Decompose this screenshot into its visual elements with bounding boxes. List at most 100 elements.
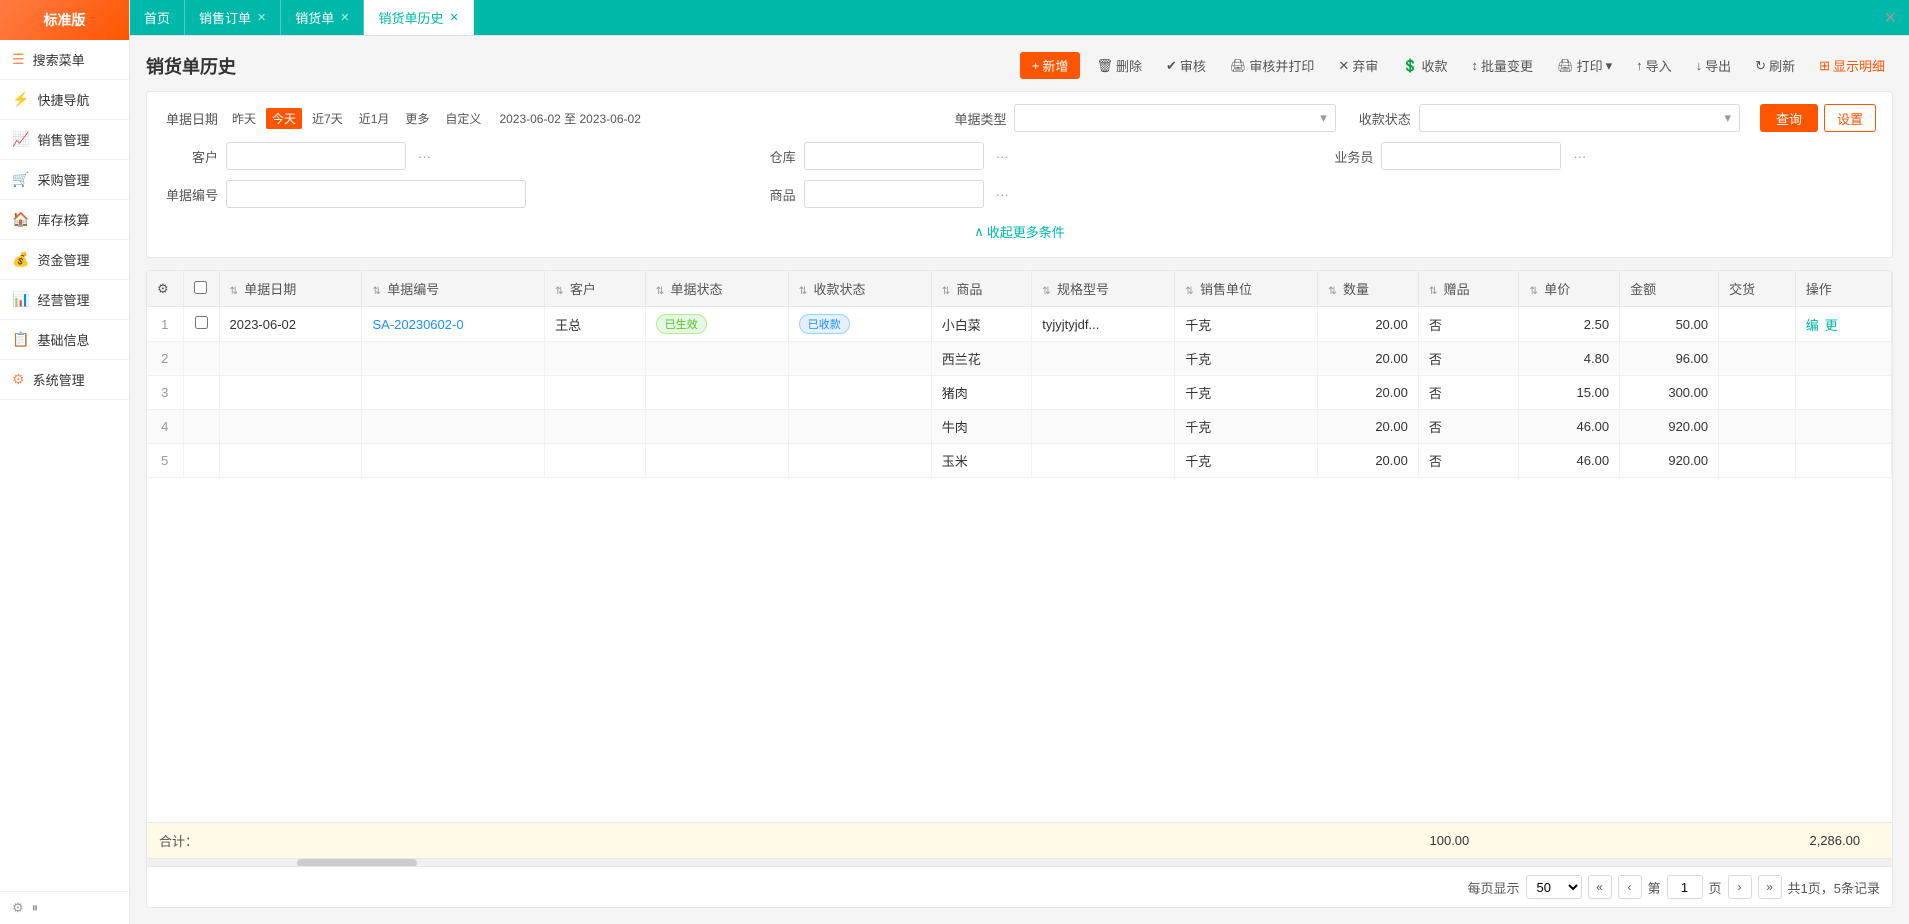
delete-button[interactable]: 🗑 删除 [1088,52,1150,79]
audit-button[interactable]: ✔ 审核 [1158,52,1214,79]
tab-sales-order-close[interactable]: ✕ [257,11,266,24]
filter-settings-button[interactable]: 设置 [1824,104,1876,132]
collapse-button[interactable]: ∧ 收起更多条件 [163,218,1876,245]
col-payment-status[interactable]: ⇅ 收款状态 [788,271,931,307]
doc-status-badge: 已生效 [656,314,707,334]
batch-change-label: 批量变更 [1481,56,1533,75]
filter-doc-type: 单据类型 ▾ [951,104,1335,132]
cell-checkbox [183,444,219,478]
date-tab-custom[interactable]: 自定义 [439,108,487,129]
last-page-button[interactable]: » [1758,875,1782,899]
customer-dots[interactable]: ··· [414,149,435,164]
batch-change-button[interactable]: ↕ 批量变更 [1464,52,1542,79]
date-tab-today[interactable]: 今天 [266,108,302,129]
filter-doc-no-input[interactable] [226,180,526,208]
table-row: 3猪肉千克20.00否15.00300.00 [147,376,1892,410]
page-size-label: 每页显示 [1467,878,1519,897]
col-doc-no[interactable]: ⇅ 单据编号 [362,271,545,307]
export-button[interactable]: ↓ 导出 [1688,52,1740,79]
more-link[interactable]: 更 [1825,318,1838,333]
sidebar-item-system-mgmt[interactable]: ⚙ 系统管理 [0,360,129,400]
sidebar-item-finance[interactable]: 💰 资金管理 [0,240,129,280]
select-all-checkbox[interactable] [194,281,207,294]
page-suffix: 页 [1709,878,1722,897]
filter-row-1: 单据日期 昨天 今天 近7天 近1月 更多 自定义 2023-06-02 至 2… [163,104,1876,132]
filter-payment-status-select[interactable]: ▾ [1419,104,1740,132]
first-page-button[interactable]: « [1588,875,1612,899]
print-button[interactable]: 🖨 打印 ▾ [1549,52,1620,79]
tab-sales-history[interactable]: 销货单历史 ✕ [364,0,473,35]
prev-page-button[interactable]: ‹ [1618,875,1642,899]
filter-salesperson-label: 业务员 [1318,147,1373,166]
col-qty[interactable]: ⇅ 数量 [1318,271,1419,307]
page-size-select[interactable]: 50 100 200 [1526,875,1582,899]
col-doc-date[interactable]: ⇅ 单据日期 [219,271,362,307]
window-close-btn[interactable]: ✕ [1872,8,1909,28]
date-tab-yesterday[interactable]: 昨天 [226,108,262,129]
sidebar-item-purchase-mgmt[interactable]: 🛒 采购管理 [0,160,129,200]
salesperson-dots[interactable]: ··· [1569,149,1590,164]
cell-customer [545,342,646,376]
collect-button[interactable]: 💲 收款 [1394,52,1455,79]
warehouse-dots[interactable]: ··· [992,149,1013,164]
import-button[interactable]: ↑ 导入 [1628,52,1680,79]
doc-no-link[interactable]: SA-20230602-0 [372,317,463,332]
cell-action: 编更 [1795,307,1891,342]
row-checkbox[interactable] [195,316,208,329]
filter-warehouse-input[interactable] [804,142,984,170]
page-number-input[interactable] [1667,875,1703,899]
next-page-button[interactable]: › [1728,875,1752,899]
query-button[interactable]: 查询 [1760,104,1818,132]
sidebar-item-search-menu[interactable]: ☰ 搜索菜单 [0,40,129,80]
tab-sales-order[interactable]: 销售订单 ✕ [185,0,281,35]
goods-dots[interactable]: ··· [992,187,1013,202]
table-scroll[interactable]: ⚙ ⇅ 单据日期 ⇅ 单据编号 [147,271,1892,822]
col-doc-status[interactable]: ⇅ 单据状态 [645,271,788,307]
date-tab-7days[interactable]: 近7天 [306,108,349,129]
new-button[interactable]: + 新增 [1020,52,1081,79]
col-goods[interactable]: ⇅ 商品 [931,271,1032,307]
filter-doc-type-select[interactable]: ▾ [1014,104,1335,132]
filter-salesperson-input[interactable] [1381,142,1561,170]
date-tab-1month[interactable]: 近1月 [353,108,396,129]
sidebar-item-quick-nav[interactable]: ⚡ 快捷导航 [0,80,129,120]
abandon-button[interactable]: ✕ 弃审 [1330,52,1386,79]
table-footer: 合计： 100.00 2,286.00 [147,822,1892,858]
tab-sales-goods[interactable]: 销货单 ✕ [281,0,364,35]
sort-icon: ⇅ [942,286,950,297]
audit-print-button[interactable]: 🖨 审核并打印 [1222,52,1323,79]
date-tabs: 昨天 今天 近7天 近1月 更多 自定义 [226,108,487,129]
display-detail-button[interactable]: ⊞ 显示明细 [1811,52,1893,79]
cell-gift: 否 [1418,444,1519,478]
date-tab-more[interactable]: 更多 [399,108,435,129]
sidebar-settings-icon[interactable]: ⚙ [12,900,24,916]
horizontal-scrollbar[interactable] [147,858,1892,866]
filter-goods-input[interactable] [804,180,984,208]
col-customer[interactable]: ⇅ 客户 [545,271,646,307]
cell-qty: 20.00 [1318,376,1419,410]
col-gift[interactable]: ⇅ 赠品 [1418,271,1519,307]
col-unit-price[interactable]: ⇅ 单价 [1519,271,1620,307]
cell-doc-no [362,376,545,410]
tab-sales-history-close[interactable]: ✕ [450,11,459,24]
sidebar-item-basic-info[interactable]: 📋 基础信息 [0,320,129,360]
filter-customer-input[interactable] [226,142,406,170]
tab-sales-goods-close[interactable]: ✕ [340,11,349,24]
payment-status-badge: 已收款 [799,314,850,334]
sidebar-item-inventory[interactable]: 🏠 库存核算 [0,200,129,240]
col-unit[interactable]: ⇅ 销售单位 [1175,271,1318,307]
cell-spec [1032,410,1175,444]
date-range: 2023-06-02 至 2023-06-02 [499,110,640,127]
tab-home[interactable]: 首页 [130,0,185,35]
refresh-button[interactable]: ↻ 刷新 [1747,52,1803,79]
sidebar-collapse-icon[interactable]: ⏸ [32,900,39,916]
cell-doc-status [645,342,788,376]
cell-doc-date [219,410,362,444]
gear-settings-icon[interactable]: ⚙ [157,281,169,296]
col-spec[interactable]: ⇅ 规格型号 [1032,271,1175,307]
sidebar-item-operations[interactable]: 📊 经营管理 [0,280,129,320]
sidebar-item-sales-mgmt[interactable]: 📈 销售管理 [0,120,129,160]
cell-customer: 王总 [545,307,646,342]
cell-unit-price: 15.00 [1519,376,1620,410]
edit-link[interactable]: 编 [1806,318,1819,333]
